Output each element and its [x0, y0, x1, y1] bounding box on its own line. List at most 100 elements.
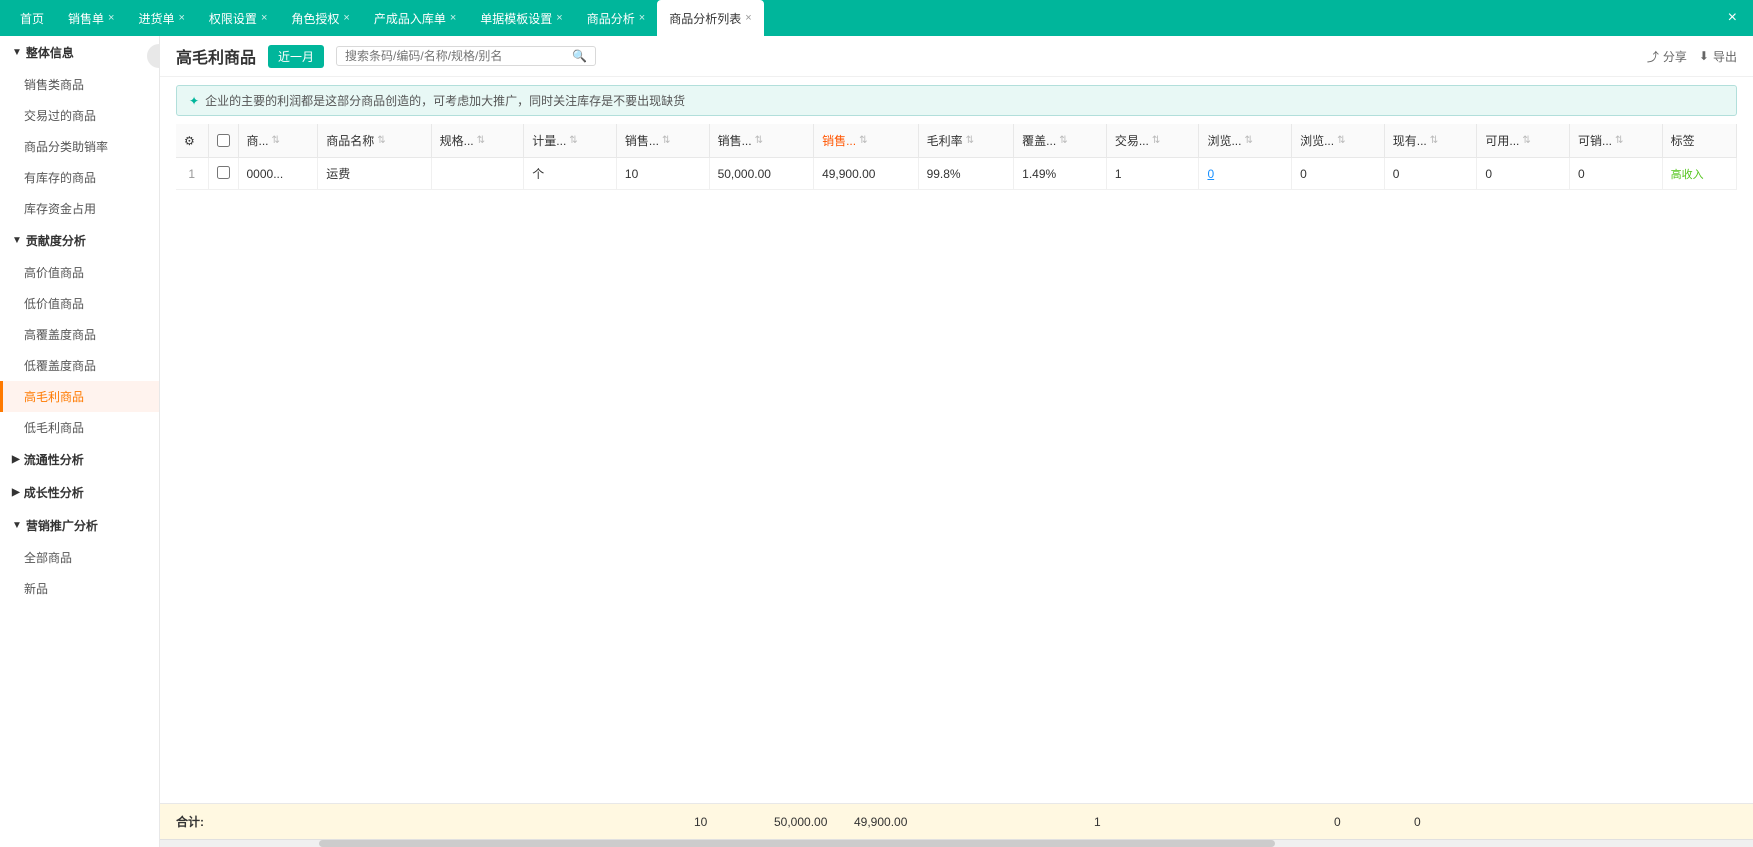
- col-sales-amt[interactable]: 销售...⇅: [709, 124, 814, 158]
- close-icon[interactable]: ×: [108, 12, 114, 24]
- cell-browse2: 0: [1292, 158, 1385, 190]
- cell-spec: [431, 158, 524, 190]
- close-icon[interactable]: ×: [343, 12, 349, 24]
- nav-analysis[interactable]: 商品分析 ×: [575, 0, 657, 36]
- nav-sales[interactable]: 销售单 ×: [56, 0, 126, 36]
- nav-template[interactable]: 单据模板设置 ×: [468, 0, 574, 36]
- col-trade-count[interactable]: 交易...⇅: [1106, 124, 1199, 158]
- sidebar-item-traded-goods[interactable]: 交易过的商品: [0, 100, 159, 131]
- col-settings[interactable]: ⚙: [176, 124, 208, 158]
- col-sales-profit[interactable]: 销售...⇅: [814, 124, 919, 158]
- close-icon[interactable]: ×: [745, 12, 751, 24]
- nav-role[interactable]: 角色授权 ×: [279, 0, 361, 36]
- col-available[interactable]: 可用...⇅: [1477, 124, 1570, 158]
- arrow-icon: ▶: [12, 487, 20, 498]
- data-table: ⚙ 商...⇅ 商品名称⇅ 规格...⇅: [176, 124, 1737, 190]
- arrow-icon: ▼: [12, 47, 22, 58]
- sidebar-item-sales-goods[interactable]: 销售类商品: [0, 69, 159, 100]
- close-icon[interactable]: ×: [450, 12, 456, 24]
- col-current-stock[interactable]: 现有...⇅: [1384, 124, 1477, 158]
- sort-icon: ⇅: [272, 135, 280, 146]
- col-code[interactable]: 商...⇅: [238, 124, 318, 158]
- sidebar-group-growth[interactable]: ▶ 成长性分析: [0, 476, 159, 509]
- col-sellable[interactable]: 可销...⇅: [1570, 124, 1663, 158]
- select-all-checkbox[interactable]: [217, 134, 230, 147]
- close-icon[interactable]: ×: [556, 12, 562, 24]
- header-actions: ⤴ 分享 ⬇ 导出: [1647, 48, 1737, 65]
- sidebar-item-in-stock[interactable]: 有库存的商品: [0, 162, 159, 193]
- close-icon[interactable]: ×: [261, 12, 267, 24]
- sort-icon: ⇅: [662, 135, 670, 146]
- browse1-link[interactable]: 0: [1207, 167, 1214, 181]
- sidebar-item-all-goods[interactable]: 全部商品: [0, 542, 159, 573]
- cell-unit: 个: [524, 158, 617, 190]
- filter-recent-month-button[interactable]: 近一月: [268, 45, 324, 68]
- sort-icon: ⇅: [966, 135, 974, 146]
- close-icon[interactable]: ×: [178, 12, 184, 24]
- col-browse2[interactable]: 浏览...⇅: [1292, 124, 1385, 158]
- footer-label: 合计:: [176, 813, 236, 830]
- sidebar-item-low-margin[interactable]: 低毛利商品: [0, 412, 159, 443]
- sidebar-item-high-coverage[interactable]: 高覆盖度商品: [0, 319, 159, 350]
- sidebar-item-low-value[interactable]: 低价值商品: [0, 288, 159, 319]
- share-icon: ⤴: [1647, 48, 1659, 65]
- footer-cells: 10 50,000.00 49,900.00 1 0 0: [236, 815, 1737, 829]
- sidebar-group-marketing[interactable]: ▼ 营销推广分析: [0, 509, 159, 542]
- sidebar-item-stock-capital[interactable]: 库存资金占用: [0, 193, 159, 224]
- sort-icon: ⇅: [1337, 135, 1345, 146]
- close-all-button[interactable]: ×: [1720, 9, 1745, 27]
- col-unit[interactable]: 计量...⇅: [524, 124, 617, 158]
- cell-current-stock: 0: [1384, 158, 1477, 190]
- export-button[interactable]: ⬇ 导出: [1699, 48, 1737, 65]
- arrow-icon: ▼: [12, 520, 22, 531]
- sidebar-group-contribution[interactable]: ▼ 贡献度分析: [0, 224, 159, 257]
- footer-sales-profit: 49,900.00: [846, 815, 926, 829]
- cell-browse1[interactable]: 0: [1199, 158, 1292, 190]
- nav-product-in[interactable]: 产成品入库单 ×: [362, 0, 468, 36]
- col-checkbox[interactable]: [208, 124, 238, 158]
- table-container: ⚙ 商...⇅ 商品名称⇅ 规格...⇅: [176, 124, 1737, 803]
- nav-home[interactable]: 首页: [8, 0, 56, 36]
- scrollbar-thumb[interactable]: [319, 840, 1275, 847]
- row-checkbox[interactable]: [217, 166, 230, 179]
- sidebar-group-overall[interactable]: ▼ 整体信息: [0, 36, 159, 69]
- content-area: 高毛利商品 近一月 🔍 ⤴ 分享 ⬇ 导出 ✦ 企业的主要的利润都是这部分商品创…: [160, 36, 1753, 847]
- nav-permission[interactable]: 权限设置 ×: [197, 0, 279, 36]
- close-icon[interactable]: ×: [639, 12, 645, 24]
- sort-icon: ⇅: [1522, 135, 1530, 146]
- col-tag: 标签: [1662, 124, 1736, 158]
- col-gross-margin[interactable]: 毛利率⇅: [918, 124, 1014, 158]
- table-row: 1 0000... 运费 个 10 50,000.00 49,900.00 99…: [176, 158, 1737, 190]
- footer-browse2: [1246, 815, 1326, 829]
- cell-sales-amt: 50,000.00: [709, 158, 814, 190]
- share-button[interactable]: ⤴ 分享: [1647, 48, 1687, 65]
- sidebar-item-new-goods[interactable]: 新品: [0, 573, 159, 604]
- sidebar-item-category-rate[interactable]: 商品分类助销率: [0, 131, 159, 162]
- footer-browse1: [1166, 815, 1246, 829]
- nav-analysis-list[interactable]: 商品分析列表 ×: [657, 0, 763, 36]
- footer-gross-margin: [926, 815, 1006, 829]
- search-icon[interactable]: 🔍: [572, 49, 587, 63]
- sidebar-group-liquidity[interactable]: ▶ 流通性分析: [0, 443, 159, 476]
- footer-sales-amt: 50,000.00: [766, 815, 846, 829]
- col-coverage[interactable]: 覆盖...⇅: [1014, 124, 1107, 158]
- bottom-scrollbar[interactable]: [160, 839, 1753, 847]
- footer-available: 0: [1406, 815, 1486, 829]
- sort-icon: ⇅: [755, 135, 763, 146]
- cell-sales-qty: 10: [616, 158, 709, 190]
- col-name[interactable]: 商品名称⇅: [318, 124, 431, 158]
- sidebar: 《 ▼ 整体信息 销售类商品 交易过的商品 商品分类助销率 有库存的商品 库存资…: [0, 36, 160, 847]
- sidebar-item-low-coverage[interactable]: 低覆盖度商品: [0, 350, 159, 381]
- arrow-icon: ▼: [12, 235, 22, 246]
- cell-coverage: 1.49%: [1014, 158, 1107, 190]
- sidebar-item-high-value[interactable]: 高价值商品: [0, 257, 159, 288]
- table-header-row: ⚙ 商...⇅ 商品名称⇅ 规格...⇅: [176, 124, 1737, 158]
- search-input[interactable]: [345, 49, 568, 63]
- sort-icon: ⇅: [1152, 135, 1160, 146]
- col-spec[interactable]: 规格...⇅: [431, 124, 524, 158]
- nav-purchase[interactable]: 进货单 ×: [126, 0, 196, 36]
- sidebar-item-high-margin[interactable]: 高毛利商品: [0, 381, 159, 412]
- col-sales-qty[interactable]: 销售...⇅: [616, 124, 709, 158]
- col-browse1[interactable]: 浏览...⇅: [1199, 124, 1292, 158]
- cell-checkbox[interactable]: [208, 158, 238, 190]
